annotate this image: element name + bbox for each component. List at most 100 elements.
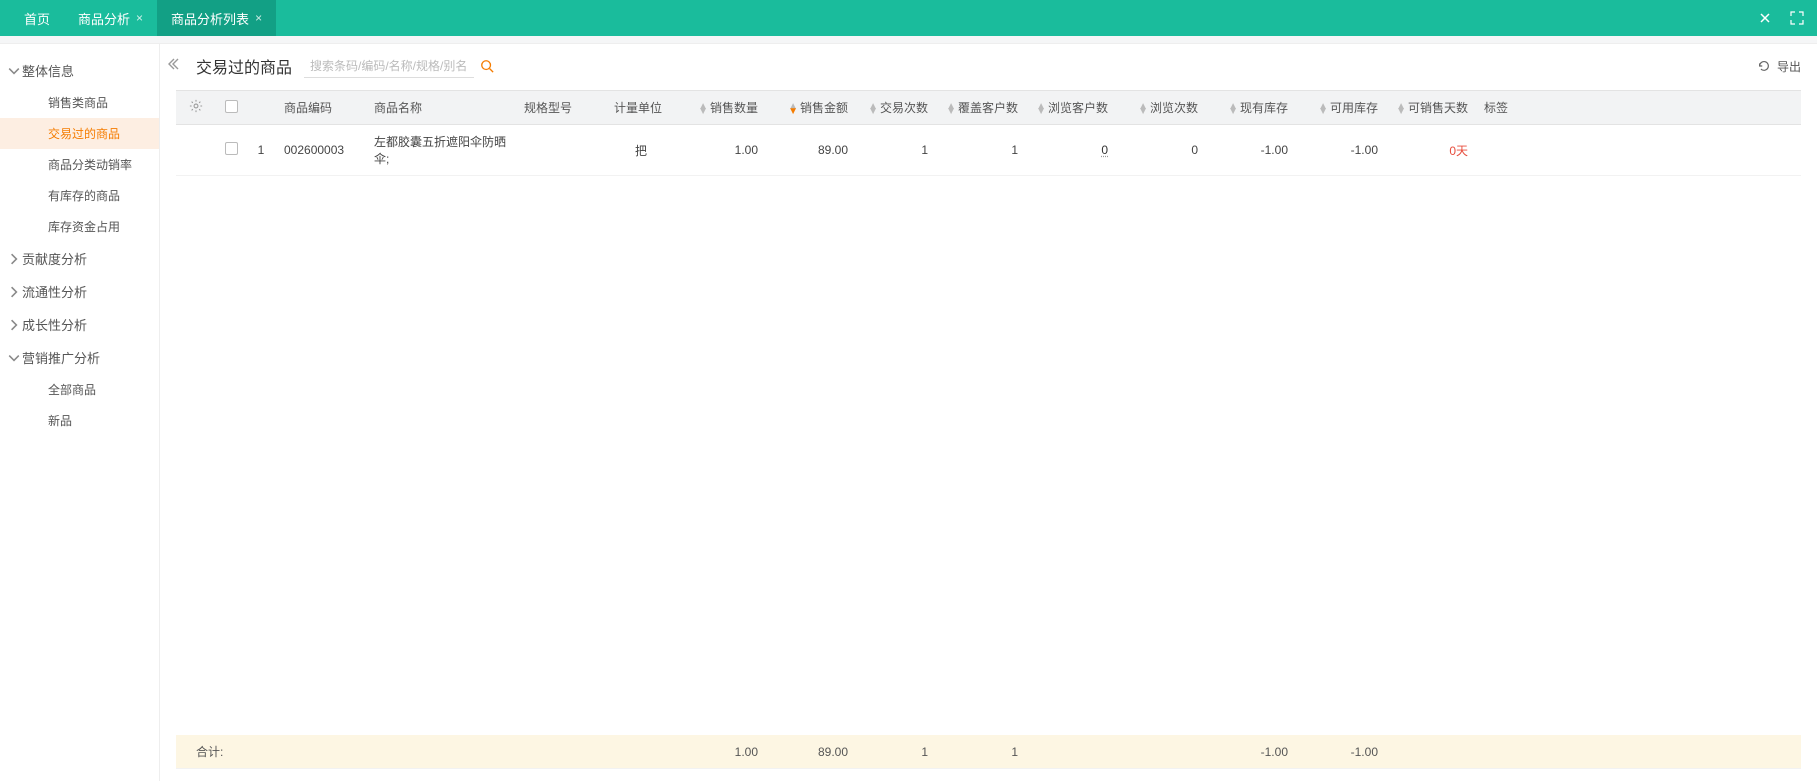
cell-days: 0天: [1386, 125, 1476, 176]
page-title: 交易过的商品: [196, 54, 292, 78]
sidebar-item-label: 销售类商品: [48, 96, 108, 110]
col-unit[interactable]: 计量单位: [606, 90, 676, 125]
sort-icon: ▲▼: [1318, 104, 1328, 114]
sidebar-item-sales-products[interactable]: 销售类商品: [0, 87, 159, 118]
col-name[interactable]: 商品名称: [366, 90, 516, 125]
cell-stock-now: -1.00: [1206, 125, 1296, 176]
sort-icon: ▲▼: [698, 104, 708, 114]
band-divider: [0, 36, 1817, 44]
sort-icon: ▲▼: [868, 104, 878, 114]
export-button[interactable]: 导出: [1757, 58, 1801, 75]
sidebar-group-growth[interactable]: 成长性分析: [0, 308, 159, 341]
search-input[interactable]: [304, 55, 474, 78]
table-wrap: 商品编码 商品名称 规格型号 计量单位 ▲▼销售数量 ▲▼销售金额 ▲▼交易次数…: [160, 90, 1817, 727]
cell-amount: 89.00: [766, 125, 856, 176]
sort-icon: ▲▼: [1036, 104, 1046, 114]
sidebar-group-label: 贡献度分析: [22, 249, 87, 268]
sidebar-group-label: 营销推广分析: [22, 348, 100, 367]
col-qty[interactable]: ▲▼销售数量: [676, 90, 766, 125]
col-days[interactable]: ▲▼可销售天数: [1386, 90, 1476, 125]
fullscreen-icon[interactable]: [1785, 6, 1809, 30]
chevron-down-icon: [8, 351, 20, 365]
cell-qty: 1.00: [676, 125, 766, 176]
sidebar-item-new-products[interactable]: 新品: [0, 405, 159, 436]
col-amount[interactable]: ▲▼销售金额: [766, 90, 856, 125]
cell-tags: [1476, 125, 1801, 176]
cell-browse-customers[interactable]: 0: [1026, 125, 1116, 176]
sort-icon: ▲▼: [1138, 104, 1148, 114]
footer-stock-avail: -1.00: [1296, 735, 1386, 769]
close-icon[interactable]: ×: [255, 11, 262, 25]
cell-trades: 1: [856, 125, 936, 176]
table-row[interactable]: 1 002600003 左都胶囊五折遮阳伞防晒伞; 把 1.00 89.00 1…: [176, 125, 1801, 176]
refresh-icon: [1757, 59, 1771, 73]
footer-trades: 1: [856, 735, 936, 769]
col-customers[interactable]: ▲▼覆盖客户数: [936, 90, 1026, 125]
page-header: 交易过的商品 导出: [160, 44, 1817, 90]
search-icon[interactable]: [480, 59, 494, 73]
sidebar-item-all-products[interactable]: 全部商品: [0, 374, 159, 405]
cell-gear: [176, 125, 216, 176]
col-code[interactable]: 商品编码: [276, 90, 366, 125]
footer-days: [1386, 735, 1476, 769]
footer-customers: 1: [936, 735, 1026, 769]
collapse-sidebar-icon[interactable]: [160, 52, 184, 76]
cell-idx: 1: [246, 125, 276, 176]
cell-checkbox[interactable]: [216, 125, 246, 176]
footer-amount: 89.00: [766, 735, 856, 769]
sidebar-item-category-rate[interactable]: 商品分类动销率: [0, 149, 159, 180]
tab-home[interactable]: 首页: [10, 0, 64, 36]
cell-customers: 1: [936, 125, 1026, 176]
col-stock-avail[interactable]: ▲▼可用库存: [1296, 90, 1386, 125]
chevron-right-icon: [8, 318, 20, 332]
sort-icon: ▲▼: [1228, 104, 1238, 114]
search-wrap: [304, 55, 494, 78]
top-tabbar: 首页 商品分析 × 商品分析列表 ×: [0, 0, 1817, 36]
sidebar-group-overall[interactable]: 整体信息: [0, 54, 159, 87]
cell-stock-avail: -1.00: [1296, 125, 1386, 176]
sidebar-group-contribution[interactable]: 贡献度分析: [0, 242, 159, 275]
checkbox-icon: [225, 100, 238, 113]
chevron-right-icon: [8, 252, 20, 266]
tab-product-analysis-list[interactable]: 商品分析列表 ×: [157, 0, 276, 36]
table-footer: 合计: 1.00 89.00 1 1 -1.00 -1.00: [160, 727, 1817, 781]
close-all-icon[interactable]: [1753, 6, 1777, 30]
cell-spec: [516, 125, 606, 176]
sidebar-item-traded-products[interactable]: 交易过的商品: [0, 118, 159, 149]
col-tags[interactable]: 标签: [1476, 90, 1801, 125]
col-browse-customers[interactable]: ▲▼浏览客户数: [1026, 90, 1116, 125]
col-browse-times[interactable]: ▲▼浏览次数: [1116, 90, 1206, 125]
chevron-down-icon: [8, 64, 20, 78]
col-trades[interactable]: ▲▼交易次数: [856, 90, 936, 125]
sidebar-item-label: 有库存的商品: [48, 189, 120, 203]
footer-browse-times: [1116, 735, 1206, 769]
sidebar: 整体信息 销售类商品 交易过的商品 商品分类动销率 有库存的商品 库存资金占用 …: [0, 44, 160, 781]
col-gear[interactable]: [176, 90, 216, 125]
col-stock-now[interactable]: ▲▼现有库存: [1206, 90, 1296, 125]
sidebar-item-label: 交易过的商品: [48, 127, 120, 141]
cell-browse-times: 0: [1116, 125, 1206, 176]
export-label: 导出: [1777, 58, 1801, 75]
data-table: 商品编码 商品名称 规格型号 计量单位 ▲▼销售数量 ▲▼销售金额 ▲▼交易次数…: [176, 90, 1801, 176]
sidebar-group-label: 整体信息: [22, 61, 74, 80]
footer-qty: 1.00: [676, 735, 766, 769]
col-checkbox[interactable]: [216, 90, 246, 125]
sort-icon: ▲▼: [946, 104, 956, 114]
sidebar-item-instock-products[interactable]: 有库存的商品: [0, 180, 159, 211]
sidebar-item-label: 库存资金占用: [48, 220, 120, 234]
sidebar-group-liquidity[interactable]: 流通性分析: [0, 275, 159, 308]
footer-table: 合计: 1.00 89.00 1 1 -1.00 -1.00: [176, 735, 1801, 769]
sidebar-group-marketing[interactable]: 营销推广分析: [0, 341, 159, 374]
sidebar-item-inventory-funds[interactable]: 库存资金占用: [0, 211, 159, 242]
sidebar-item-label: 全部商品: [48, 383, 96, 397]
close-icon[interactable]: ×: [136, 11, 143, 25]
sidebar-item-label: 新品: [48, 414, 72, 428]
tab-product-analysis[interactable]: 商品分析 ×: [64, 0, 157, 36]
footer-browse-customers: [1026, 735, 1116, 769]
col-spec[interactable]: 规格型号: [516, 90, 606, 125]
footer-stock-now: -1.00: [1206, 735, 1296, 769]
cell-name: 左都胶囊五折遮阳伞防晒伞;: [366, 125, 516, 176]
tab-label: 首页: [24, 9, 50, 28]
sort-icon: ▲▼: [1396, 104, 1406, 114]
table-header-row: 商品编码 商品名称 规格型号 计量单位 ▲▼销售数量 ▲▼销售金额 ▲▼交易次数…: [176, 90, 1801, 125]
